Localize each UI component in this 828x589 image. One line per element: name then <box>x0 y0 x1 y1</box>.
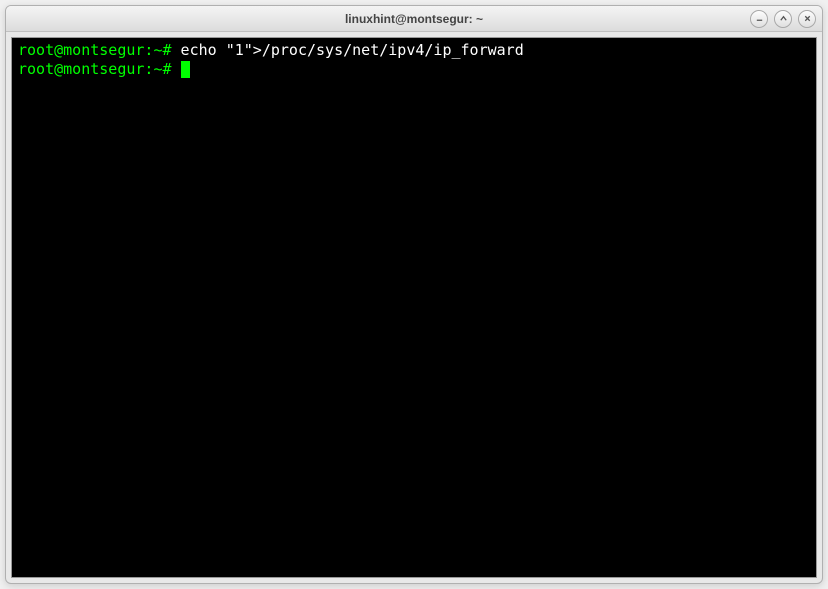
terminal-command <box>172 60 181 78</box>
minimize-icon <box>755 14 764 23</box>
terminal-line: root@montsegur:~# <box>18 60 810 79</box>
terminal-content[interactable]: root@montsegur:~# echo "1">/proc/sys/net… <box>11 37 817 578</box>
terminal-window: linuxhint@montsegur: ~ root@montsegur:~#… <box>5 5 823 584</box>
terminal-prompt: root@montsegur:~# <box>18 60 172 78</box>
close-button[interactable] <box>798 10 816 28</box>
terminal-line: root@montsegur:~# echo "1">/proc/sys/net… <box>18 41 810 60</box>
terminal-prompt: root@montsegur:~# <box>18 41 172 59</box>
terminal-cursor <box>181 61 190 78</box>
close-icon <box>803 14 812 23</box>
titlebar[interactable]: linuxhint@montsegur: ~ <box>6 6 822 32</box>
maximize-icon <box>779 14 788 23</box>
window-controls <box>750 10 816 28</box>
terminal-command: echo "1">/proc/sys/net/ipv4/ip_forward <box>172 41 524 59</box>
minimize-button[interactable] <box>750 10 768 28</box>
maximize-button[interactable] <box>774 10 792 28</box>
window-title: linuxhint@montsegur: ~ <box>345 12 483 26</box>
